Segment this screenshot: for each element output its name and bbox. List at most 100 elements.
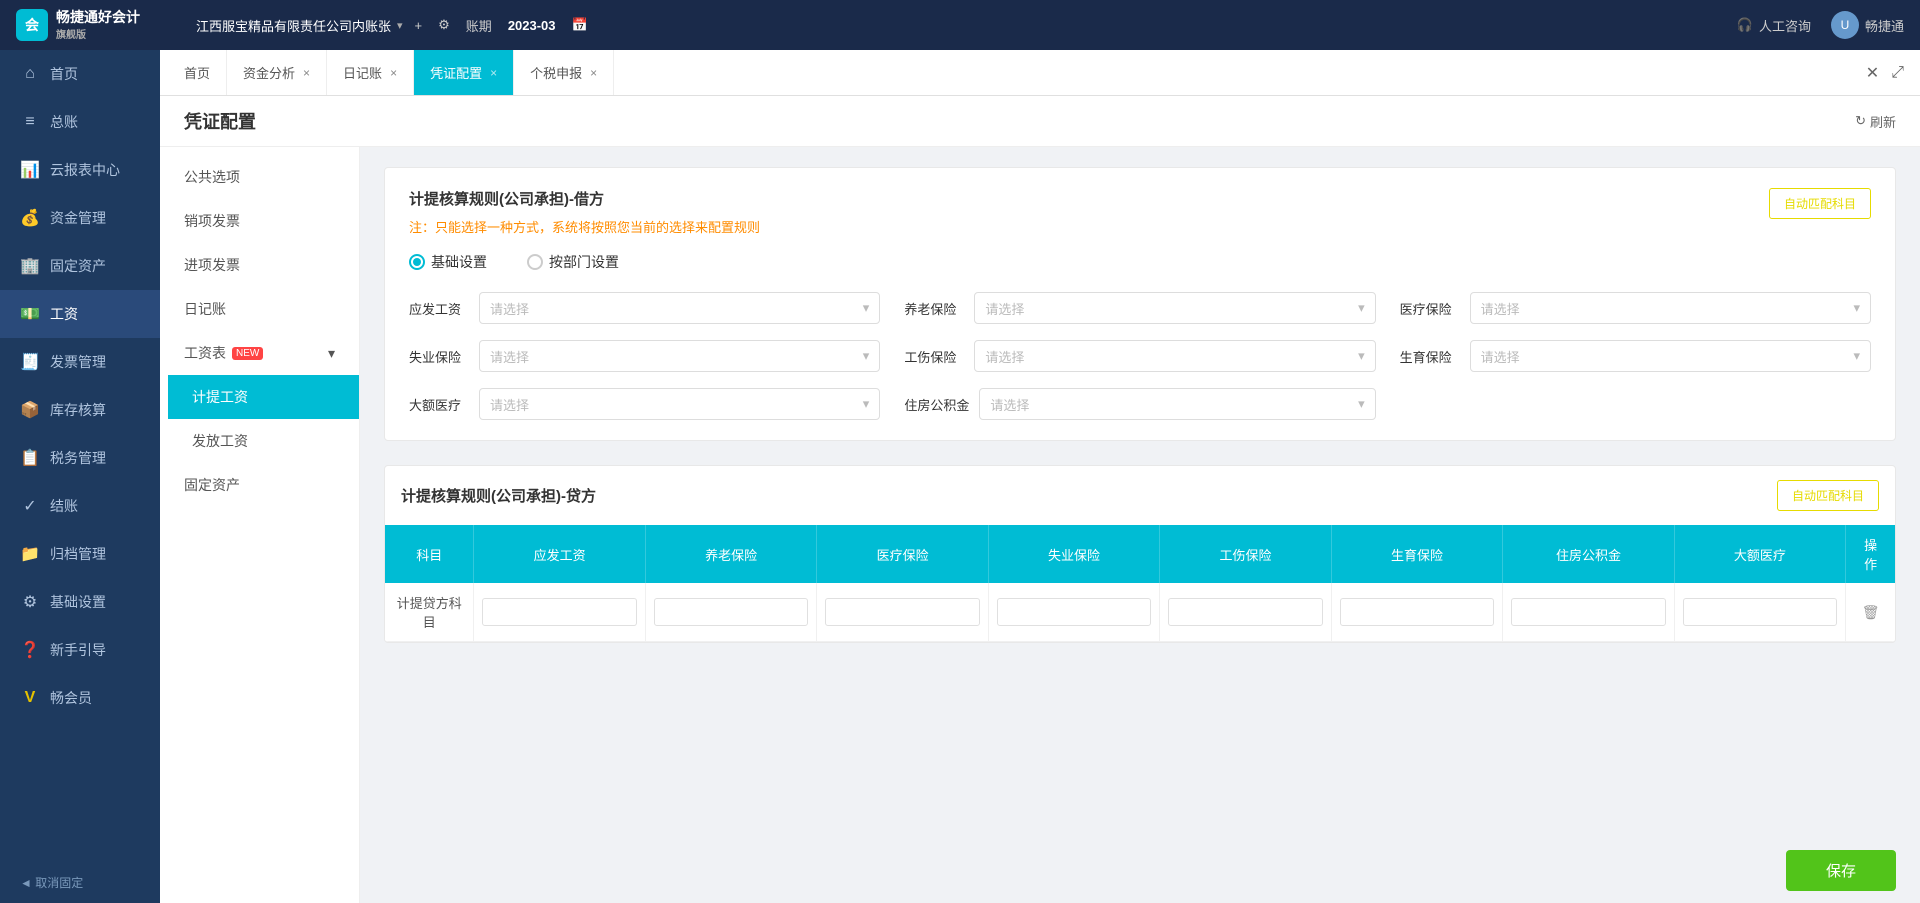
sidebar-item-home[interactable]: ⌂ 首页 xyxy=(0,50,160,98)
sidebar-label-capital: 资金管理 xyxy=(50,208,106,228)
tab-tax-close[interactable]: × xyxy=(590,66,597,80)
auto-match-credit-button[interactable]: 自动匹配科目 xyxy=(1777,480,1879,511)
member-icon: V xyxy=(20,689,40,707)
tab-voucher[interactable]: 凭证配置 × xyxy=(414,50,514,95)
sidebar-item-settings[interactable]: ⚙ 基础设置 xyxy=(0,578,160,626)
cell-maternity xyxy=(1331,583,1502,642)
sidebar-label-fixed-assets: 固定资产 xyxy=(50,256,106,276)
debit-section-note: 注：只能选择一种方式，系统将按照您当前的选择来配置规则 xyxy=(409,217,1871,236)
debit-section-title: 计提核算规则(公司承担)-借方 xyxy=(409,188,1871,209)
radio-dept[interactable]: 按部门设置 xyxy=(527,252,619,272)
sidebar-item-payroll[interactable]: 💵 工资 xyxy=(0,290,160,338)
expand-icon[interactable]: ⤢ xyxy=(1891,64,1904,82)
sidebar-item-guide[interactable]: ❓ 新手引导 xyxy=(0,626,160,674)
home-icon: ⌂ xyxy=(20,65,40,83)
tab-diary-close[interactable]: × xyxy=(390,66,397,80)
sidebar-item-reports[interactable]: 📊 云报表中心 xyxy=(0,146,160,194)
medical-select[interactable]: 请选择 ▾ xyxy=(1470,292,1871,324)
input-salary[interactable] xyxy=(482,598,636,626)
auto-match-debit-button[interactable]: 自动匹配科目 xyxy=(1769,188,1871,219)
sidebar-item-capital[interactable]: 💰 资金管理 xyxy=(0,194,160,242)
pension-select[interactable]: 请选择 ▾ xyxy=(974,292,1375,324)
big-medical-select[interactable]: 请选择 ▾ xyxy=(479,388,880,420)
sidebar-collapse-button[interactable]: ◄ 取消固定 xyxy=(0,862,160,903)
sub-item-calc-payroll[interactable]: 计提工资 xyxy=(168,375,359,419)
sub-item-public[interactable]: 公共选项 xyxy=(160,155,359,199)
sidebar-item-member[interactable]: V 畅会员 xyxy=(0,674,160,722)
user-menu[interactable]: U 畅捷通 xyxy=(1831,11,1904,39)
top-actions: + ⚙ 账期 2023-03 📅 xyxy=(415,16,588,35)
cell-medical xyxy=(817,583,988,642)
tab-capital-close[interactable]: × xyxy=(303,66,310,80)
sidebar-item-ledger[interactable]: ≡ 总账 xyxy=(0,98,160,146)
medical-label: 医疗保险 xyxy=(1400,299,1460,318)
injury-select[interactable]: 请选择 ▾ xyxy=(974,340,1375,372)
tab-diary[interactable]: 日记账 × xyxy=(327,50,414,95)
period-value[interactable]: 2023-03 xyxy=(508,18,556,33)
payroll-sub-items: 计提工资 发放工资 xyxy=(160,375,359,463)
pension-label: 养老保险 xyxy=(904,299,964,318)
sub-group-payroll-header[interactable]: 工资表 NEW ▾ xyxy=(160,331,359,375)
sidebar-item-inventory[interactable]: 📦 库存核算 xyxy=(0,386,160,434)
tab-bar-right: ✕ ⤢ xyxy=(1866,63,1912,83)
sub-item-purchase[interactable]: 进项发票 xyxy=(160,243,359,287)
sub-item-diary[interactable]: 日记账 xyxy=(160,287,359,331)
sidebar-label-guide: 新手引导 xyxy=(50,640,106,660)
save-button[interactable]: 保存 xyxy=(1786,850,1896,891)
delete-row-icon[interactable]: 🗑 xyxy=(1862,604,1880,620)
debit-section: 自动匹配科目 计提核算规则(公司承担)-借方 注：只能选择一种方式，系统将按照您… xyxy=(384,167,1896,441)
radio-basic[interactable]: 基础设置 xyxy=(409,252,487,272)
page-header: 凭证配置 ↻ 刷新 xyxy=(160,96,1920,147)
payroll-table-label: 工资表 xyxy=(184,343,226,363)
input-housing[interactable] xyxy=(1511,598,1665,626)
settings-sidebar-icon: ⚙ xyxy=(20,592,40,612)
input-injury[interactable] xyxy=(1168,598,1322,626)
sidebar-item-tax[interactable]: 📋 税务管理 xyxy=(0,434,160,482)
injury-placeholder: 请选择 xyxy=(985,347,1024,366)
sidebar-item-fixed-assets[interactable]: 🏢 固定资产 xyxy=(0,242,160,290)
tab-voucher-label: 凭证配置 xyxy=(430,63,482,82)
sub-item-pay-salary[interactable]: 发放工资 xyxy=(168,419,359,463)
input-pension[interactable] xyxy=(654,598,808,626)
service-button[interactable]: 🎧 人工咨询 xyxy=(1737,16,1811,35)
calendar-icon[interactable]: 📅 xyxy=(572,17,588,33)
credit-header-row: 计提核算规则(公司承担)-贷方 自动匹配科目 xyxy=(385,466,1895,525)
settings-icon[interactable]: ⚙ xyxy=(438,17,450,33)
big-medical-chevron-icon: ▾ xyxy=(863,396,870,412)
tab-voucher-close[interactable]: × xyxy=(490,66,497,80)
sidebar-item-invoice[interactable]: 🧾 发票管理 xyxy=(0,338,160,386)
app-name: 畅捷通好会计 xyxy=(56,9,140,26)
injury-chevron-icon: ▾ xyxy=(1358,348,1365,364)
field-unemployment: 失业保险 请选择 ▾ xyxy=(409,340,880,372)
tab-home[interactable]: 首页 xyxy=(168,50,227,95)
maternity-select[interactable]: 请选择 ▾ xyxy=(1470,340,1871,372)
input-big-medical[interactable] xyxy=(1683,598,1837,626)
sidebar-item-settlement[interactable]: ✓ 结账 xyxy=(0,482,160,530)
credit-table: 科目 应发工资 养老保险 医疗保险 失业保险 工伤保险 生育保险 住房公积金 大… xyxy=(385,525,1895,642)
add-button[interactable]: + xyxy=(415,18,423,33)
input-medical[interactable] xyxy=(825,598,979,626)
radio-dept-label: 按部门设置 xyxy=(549,252,619,272)
refresh-button[interactable]: ↻ 刷新 xyxy=(1855,112,1896,131)
tab-capital[interactable]: 资金分析 × xyxy=(227,50,327,95)
tab-tax[interactable]: 个税申报 × xyxy=(514,50,614,95)
sub-item-fixed-assets[interactable]: 固定资产 xyxy=(160,463,359,507)
sub-item-sales[interactable]: 销项发票 xyxy=(160,199,359,243)
unemployment-placeholder: 请选择 xyxy=(490,347,529,366)
input-maternity[interactable] xyxy=(1340,598,1494,626)
reports-icon: 📊 xyxy=(20,160,40,180)
input-unemployment[interactable] xyxy=(997,598,1151,626)
sidebar-label-settings: 基础设置 xyxy=(50,592,106,612)
salary-chevron-icon: ▾ xyxy=(863,300,870,316)
unemployment-select[interactable]: 请选择 ▾ xyxy=(479,340,880,372)
housing-select[interactable]: 请选择 ▾ xyxy=(979,388,1375,420)
medical-placeholder: 请选择 xyxy=(1481,299,1520,318)
tab-tax-label: 个税申报 xyxy=(530,63,582,82)
salary-select[interactable]: 请选择 ▾ xyxy=(479,292,880,324)
close-all-icon[interactable]: ✕ xyxy=(1866,63,1879,83)
company-selector[interactable]: 江西服宝精品有限责任公司内账张 ▾ xyxy=(196,16,403,35)
pension-placeholder: 请选择 xyxy=(985,299,1024,318)
radio-basic-dot xyxy=(413,258,421,266)
sidebar-item-archive[interactable]: 📁 归档管理 xyxy=(0,530,160,578)
big-medical-placeholder: 请选择 xyxy=(490,395,529,414)
